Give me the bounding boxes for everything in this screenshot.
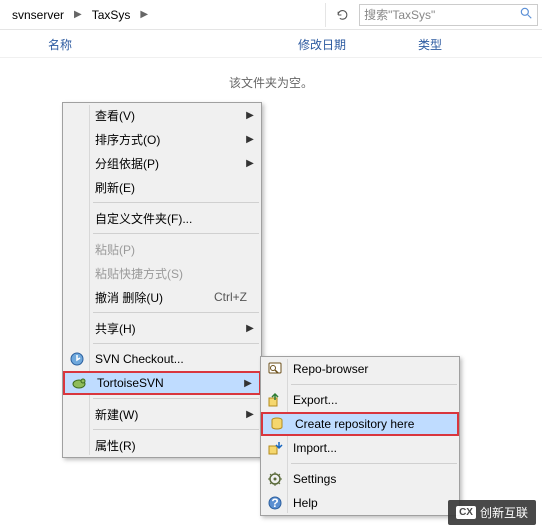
column-name[interactable]: 名称 [48, 36, 298, 53]
menu-view[interactable]: 查看(V)▶ [63, 103, 261, 127]
search-icon[interactable] [519, 6, 533, 23]
breadcrumb-part[interactable]: TaxSys [84, 4, 139, 26]
address-toolbar: svnserver ▶ TaxSys ▶ 搜索"TaxSys" [0, 0, 542, 30]
export-icon [263, 390, 287, 410]
submenu-arrow-icon: ▶ [245, 134, 255, 145]
menu-refresh[interactable]: 刷新(E) [63, 175, 261, 199]
repo-browser-icon [263, 359, 287, 379]
svn-checkout-icon [65, 349, 89, 369]
menu-group[interactable]: 分组依据(P)▶ [63, 151, 261, 175]
submenu-export[interactable]: Export... [261, 388, 459, 412]
tortoise-icon [67, 373, 91, 393]
breadcrumb-part[interactable]: svnserver [4, 4, 72, 26]
watermark-tag: CX [456, 506, 476, 519]
settings-icon [263, 469, 287, 489]
menu-paste: 粘贴(P) [63, 237, 261, 261]
help-icon: ? [263, 493, 287, 513]
breadcrumb[interactable]: svnserver ▶ TaxSys ▶ [4, 4, 150, 26]
menu-separator [93, 343, 259, 344]
chevron-right-icon[interactable]: ▶ [138, 9, 150, 20]
context-menu: 查看(V)▶ 排序方式(O)▶ 分组依据(P)▶ 刷新(E) 自定义文件夹(F)… [62, 102, 262, 458]
submenu-arrow-icon: ▶ [245, 323, 255, 334]
refresh-icon [336, 8, 349, 22]
submenu-arrow-icon: ▶ [245, 409, 255, 420]
submenu-repo-browser[interactable]: Repo-browser [261, 357, 459, 381]
menu-undo-delete[interactable]: 撤消 删除(U)Ctrl+Z [63, 285, 261, 309]
search-input[interactable]: 搜索"TaxSys" [359, 4, 538, 26]
column-date[interactable]: 修改日期 [298, 36, 418, 53]
column-type[interactable]: 类型 [418, 36, 498, 53]
submenu-arrow-icon: ▶ [243, 378, 253, 389]
menu-separator [93, 233, 259, 234]
create-repo-icon [265, 414, 289, 434]
tortoisesvn-submenu: Repo-browser Export... Create repository… [260, 356, 460, 516]
import-icon [263, 438, 287, 458]
submenu-settings[interactable]: Settings [261, 467, 459, 491]
submenu-create-repo[interactable]: Create repository here [261, 412, 459, 436]
menu-separator [93, 202, 259, 203]
chevron-right-icon[interactable]: ▶ [72, 9, 84, 20]
column-headers: 名称 修改日期 类型 [0, 30, 542, 58]
menu-separator [93, 429, 259, 430]
submenu-help[interactable]: ? Help [261, 491, 459, 515]
watermark: CX 创新互联 [448, 500, 536, 525]
menu-separator [93, 398, 259, 399]
menu-new[interactable]: 新建(W)▶ [63, 402, 261, 426]
menu-tortoisesvn[interactable]: TortoiseSVN▶ [63, 371, 261, 395]
menu-share[interactable]: 共享(H)▶ [63, 316, 261, 340]
submenu-import[interactable]: Import... [261, 436, 459, 460]
menu-customize[interactable]: 自定义文件夹(F)... [63, 206, 261, 230]
menu-paste-shortcut: 粘贴快捷方式(S) [63, 261, 261, 285]
menu-separator [291, 384, 457, 385]
menu-separator [291, 463, 457, 464]
menu-properties[interactable]: 属性(R) [63, 433, 261, 457]
submenu-arrow-icon: ▶ [245, 110, 255, 121]
menu-svn-checkout[interactable]: SVN Checkout... [63, 347, 261, 371]
watermark-text: 创新互联 [480, 504, 528, 521]
submenu-arrow-icon: ▶ [245, 158, 255, 169]
svg-text:?: ? [271, 496, 278, 510]
empty-folder-message: 该文件夹为空。 [0, 58, 542, 97]
menu-separator [93, 312, 259, 313]
refresh-button[interactable] [325, 3, 349, 27]
search-placeholder: 搜索"TaxSys" [364, 6, 435, 23]
menu-sort[interactable]: 排序方式(O)▶ [63, 127, 261, 151]
